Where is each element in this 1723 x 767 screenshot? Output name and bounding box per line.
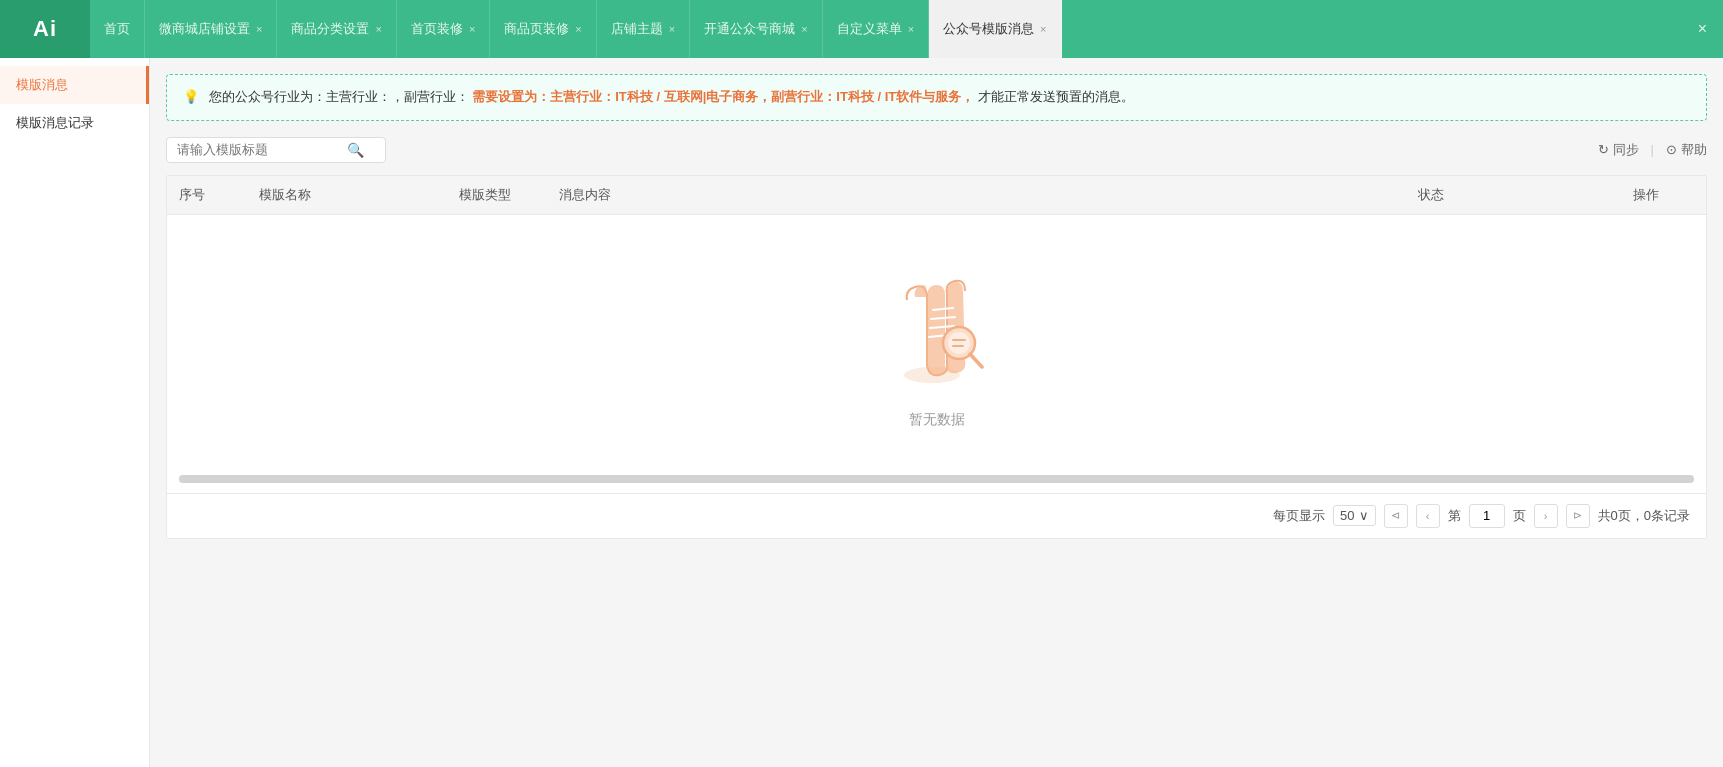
search-bar: 🔍 ↻ 同步 | ⊙ 帮助: [166, 137, 1707, 163]
tab-close-icon[interactable]: ×: [669, 24, 675, 35]
tab-close-icon[interactable]: ×: [1040, 24, 1046, 35]
col-status: 状态: [1406, 176, 1586, 214]
notice-highlight: 需要设置为：主营行业：IT科技 / 互联网|电子商务，副营行业：IT科技 / I…: [472, 89, 974, 104]
first-page-button[interactable]: ⊲: [1384, 504, 1408, 528]
tab-item[interactable]: 自定义菜单×: [823, 0, 929, 58]
search-input-wrap[interactable]: 🔍: [166, 137, 386, 163]
tab-bar: 首页微商城店铺设置×商品分类设置×首页装修×商品页装修×店铺主题×开通公众号商城…: [90, 0, 1682, 58]
scrollbar-area: [167, 475, 1706, 493]
total-text: 共0页，0条记录: [1598, 507, 1690, 525]
sync-button[interactable]: ↻ 同步: [1598, 141, 1639, 159]
notice-suffix: 才能正常发送预置的消息。: [978, 89, 1134, 104]
col-action: 操作: [1586, 176, 1706, 214]
tab-item[interactable]: 商品页装修×: [490, 0, 596, 58]
tab-item[interactable]: 店铺主题×: [597, 0, 690, 58]
help-icon: ⊙: [1666, 142, 1677, 157]
tab-close-icon[interactable]: ×: [575, 24, 581, 35]
sidebar: 模版消息模版消息记录: [0, 58, 150, 767]
empty-state: 暂无数据: [167, 215, 1706, 469]
tab-close-icon[interactable]: ×: [256, 24, 262, 35]
svg-point-6: [948, 332, 970, 354]
svg-line-7: [970, 354, 982, 367]
divider: |: [1651, 142, 1654, 157]
col-seq: 序号: [167, 176, 247, 214]
close-all-button[interactable]: ×: [1682, 20, 1723, 38]
page-size-label: 每页显示: [1273, 507, 1325, 525]
next-page-button[interactable]: ›: [1534, 504, 1558, 528]
tab-item[interactable]: 首页装修×: [397, 0, 490, 58]
tab-item[interactable]: 开通公众号商城×: [690, 0, 822, 58]
notice-icon: 💡: [183, 89, 199, 104]
sync-icon: ↻: [1598, 142, 1609, 157]
horizontal-scrollbar[interactable]: [179, 475, 1694, 483]
page-prefix: 第: [1448, 507, 1461, 525]
page-size-value: 50: [1340, 508, 1354, 523]
logo: Ai: [0, 0, 90, 58]
main-layout: 模版消息模版消息记录 💡 您的公众号行业为：主营行业：，副营行业： 需要设置为：…: [0, 58, 1723, 767]
col-type: 模版类型: [447, 176, 547, 214]
prev-page-button[interactable]: ‹: [1416, 504, 1440, 528]
tab-close-icon[interactable]: ×: [801, 24, 807, 35]
sidebar-item[interactable]: 模版消息记录: [0, 104, 149, 142]
col-name: 模版名称: [247, 176, 447, 214]
tab-close-icon[interactable]: ×: [908, 24, 914, 35]
top-nav: Ai 首页微商城店铺设置×商品分类设置×首页装修×商品页装修×店铺主题×开通公众…: [0, 0, 1723, 58]
notice-banner: 💡 您的公众号行业为：主营行业：，副营行业： 需要设置为：主营行业：IT科技 /…: [166, 74, 1707, 121]
sync-label: 同步: [1613, 141, 1639, 159]
tab-close-icon[interactable]: ×: [375, 24, 381, 35]
pagination-row: 每页显示 50 ∨ ⊲ ‹ 第 页 › ⊳ 共0页，0条记录: [167, 493, 1706, 538]
tab-item[interactable]: 微商城店铺设置×: [145, 0, 277, 58]
search-actions: ↻ 同步 | ⊙ 帮助: [1598, 141, 1707, 159]
help-label: 帮助: [1681, 141, 1707, 159]
tab-item[interactable]: 公众号模版消息×: [929, 0, 1061, 58]
last-page-button[interactable]: ⊳: [1566, 504, 1590, 528]
tab-close-icon[interactable]: ×: [469, 24, 475, 35]
page-size-chevron: ∨: [1359, 508, 1369, 523]
sidebar-item[interactable]: 模版消息: [0, 66, 149, 104]
tab-item[interactable]: 首页: [90, 0, 145, 58]
col-content: 消息内容: [547, 176, 1406, 214]
search-icon: 🔍: [347, 142, 364, 158]
page-size-select[interactable]: 50 ∨: [1333, 505, 1375, 526]
empty-icon: [877, 275, 997, 395]
table-header: 序号 模版名称 模版类型 消息内容 状态 操作: [167, 176, 1706, 215]
notice-prefix: 您的公众号行业为：主营行业：，副营行业：: [209, 89, 469, 104]
page-number-input[interactable]: [1469, 504, 1505, 528]
page-suffix: 页: [1513, 507, 1526, 525]
search-input[interactable]: [177, 142, 347, 157]
content-area: 💡 您的公众号行业为：主营行业：，副营行业： 需要设置为：主营行业：IT科技 /…: [150, 58, 1723, 767]
help-button[interactable]: ⊙ 帮助: [1666, 141, 1707, 159]
tab-item[interactable]: 商品分类设置×: [277, 0, 396, 58]
data-table: 序号 模版名称 模版类型 消息内容 状态 操作: [166, 175, 1707, 539]
empty-text: 暂无数据: [909, 411, 965, 429]
